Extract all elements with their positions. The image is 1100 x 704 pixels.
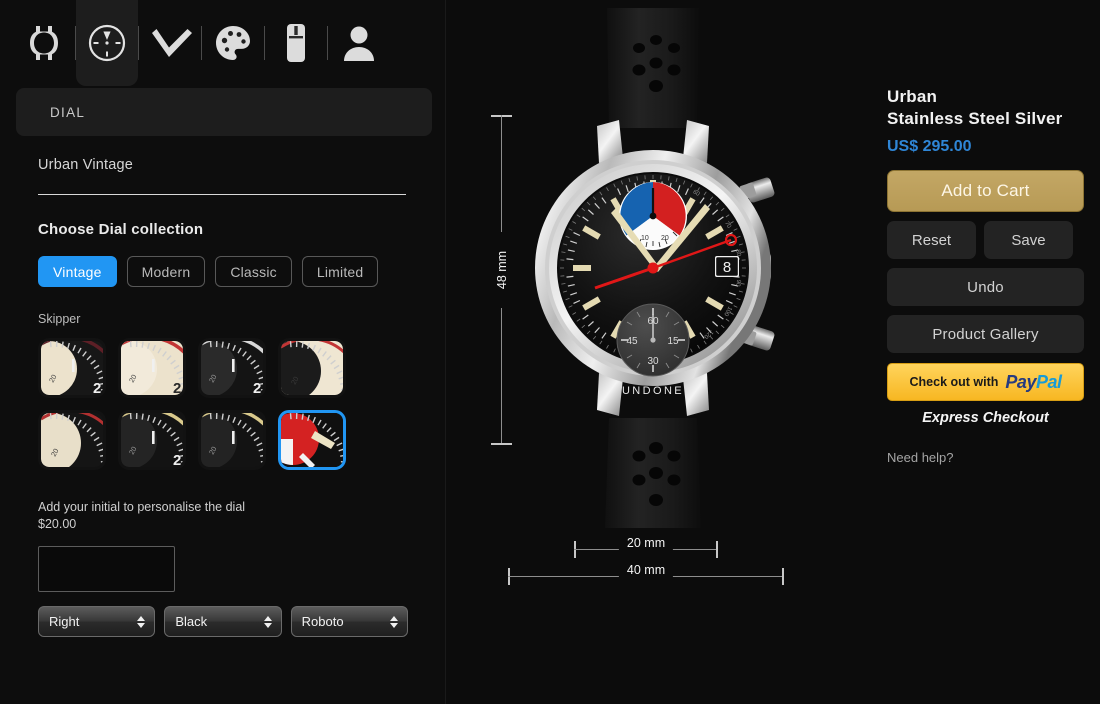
- collection-pill-limited[interactable]: Limited: [301, 256, 379, 287]
- select-font-value: Roboto: [301, 614, 344, 630]
- product-price: US$ 295.00: [887, 138, 972, 156]
- dimension-case-width: 40 mm: [508, 563, 784, 587]
- personalise-price: $20.00: [38, 517, 77, 532]
- dimension-height: 48 mm: [471, 115, 512, 445]
- model-name: Urban Vintage: [38, 157, 134, 173]
- paypal-logo: PayPal: [1005, 371, 1062, 393]
- dial-thumbnail-7[interactable]: 20: [198, 410, 266, 470]
- dial-thumbnail-image: 20 2: [121, 413, 183, 467]
- customizer-left-panel: DIAL Urban Vintage Choose Dial collectio…: [0, 0, 446, 704]
- collection-group-label: Choose Dial collection: [38, 221, 204, 238]
- select-position[interactable]: Right: [38, 606, 156, 638]
- dial-thumbnail-3[interactable]: 20 2: [198, 338, 266, 398]
- svg-text:8: 8: [723, 259, 731, 276]
- dial-thumbnail-image: [281, 413, 343, 467]
- paypal-pay-text: Pay: [1005, 371, 1036, 392]
- reset-save-row: Reset Save: [887, 221, 1073, 260]
- palette-icon: [214, 24, 252, 62]
- section-title: DIAL: [50, 104, 86, 120]
- dial-thumbnail-image: 20 2: [121, 341, 183, 395]
- product-gallery-button[interactable]: Product Gallery: [887, 315, 1084, 354]
- strap-icon: [284, 22, 308, 64]
- model-name-underline: [38, 194, 406, 195]
- dial-thumbnail-image: 20: [281, 341, 343, 395]
- paypal-checkout-button[interactable]: Check out with PayPal: [887, 363, 1084, 402]
- select-color[interactable]: Black: [164, 606, 282, 638]
- dimension-lug-width: 20 mm: [574, 536, 718, 560]
- product-title-line1: Urban: [887, 87, 938, 106]
- select-font[interactable]: Roboto: [290, 606, 408, 638]
- svg-text:2: 2: [93, 380, 101, 395]
- dial-thumbnail-image: 20: [41, 413, 103, 467]
- personalise-select-row: Right Black Roboto: [38, 606, 408, 638]
- need-help-link[interactable]: Need help?: [887, 450, 1073, 465]
- paypal-prefix-label: Check out with: [909, 375, 999, 390]
- svg-text:15: 15: [667, 336, 679, 347]
- dimension-height-label: 48 mm: [493, 232, 511, 308]
- dial-thumbnail-2[interactable]: 20 2: [118, 338, 186, 398]
- initial-input[interactable]: [38, 546, 175, 593]
- toolbar-item-personalise[interactable]: [328, 0, 390, 86]
- dial-thumbnail-5[interactable]: 20: [38, 410, 106, 470]
- toolbar-item-strap[interactable]: [265, 0, 327, 86]
- svg-text:30: 30: [647, 356, 659, 367]
- save-button[interactable]: Save: [984, 221, 1073, 260]
- dial-thumbnail-image: 20: [201, 413, 263, 467]
- personalise-label: Add your initial to personalise the dial: [38, 500, 246, 514]
- dial-options-body: Urban Vintage Choose Dial collection Vin…: [0, 140, 446, 704]
- collection-pill-vintage[interactable]: Vintage: [38, 256, 117, 287]
- add-to-cart-button[interactable]: Add to Cart: [887, 170, 1084, 213]
- watch-preview-viewer[interactable]: 48 mm 20 mm 40 mm 60 70 80 90 100 120 10…: [446, 0, 860, 704]
- dial-thumbnail-1[interactable]: 20 2: [38, 338, 106, 398]
- chevron-updown-icon: [389, 615, 398, 628]
- select-color-value: Black: [175, 614, 208, 630]
- product-info-panel: Urban Stainless Steel Silver US$ 295.00 …: [860, 0, 1100, 704]
- collection-pill-group: Vintage Modern Classic Limited: [38, 256, 408, 287]
- dial-icon: [86, 22, 128, 64]
- svg-text:2: 2: [173, 380, 181, 395]
- category-toolbar: [0, 0, 446, 86]
- dial-thumbnail-image: 20 2: [41, 341, 103, 395]
- toolbar-item-case[interactable]: [13, 0, 75, 86]
- dial-thumbnail-4[interactable]: 20: [278, 338, 346, 398]
- undo-button[interactable]: Undo: [887, 268, 1084, 307]
- watch-customizer-app: DIAL Urban Vintage Choose Dial collectio…: [0, 0, 1100, 704]
- svg-text:10: 10: [641, 235, 649, 242]
- dial-thumbnail-image: 20 2: [201, 341, 263, 395]
- collection-pill-classic[interactable]: Classic: [215, 256, 292, 287]
- svg-text:20: 20: [661, 235, 669, 242]
- collection-pill-modern[interactable]: Modern: [126, 256, 206, 287]
- toolbar-item-dial[interactable]: [76, 0, 138, 86]
- dial-thumbnail-8[interactable]: [278, 410, 346, 470]
- hands-icon: [148, 26, 192, 60]
- person-icon: [341, 24, 377, 62]
- dial-thumbnail-6[interactable]: 20 2: [118, 410, 186, 470]
- product-title: Urban Stainless Steel Silver: [887, 86, 1073, 130]
- svg-text:2: 2: [173, 452, 181, 467]
- svg-text:2: 2: [253, 380, 261, 395]
- paypal-pal-text: Pal: [1035, 371, 1062, 392]
- thumbnail-group-label: Skipper: [38, 312, 81, 326]
- toolbar-item-hands[interactable]: [139, 0, 201, 86]
- chevron-updown-icon: [263, 615, 272, 628]
- case-icon: [23, 23, 65, 63]
- svg-text:UNDONE: UNDONE: [622, 385, 684, 397]
- dimension-lug-width-label: 20 mm: [618, 536, 674, 550]
- toolbar-item-colors[interactable]: [202, 0, 264, 86]
- reset-button[interactable]: Reset: [887, 221, 976, 260]
- watch-render[interactable]: 60708090100120150200300: [519, 8, 787, 528]
- product-title-line2: Stainless Steel Silver: [887, 109, 1063, 129]
- select-position-value: Right: [49, 614, 80, 630]
- svg-text:45: 45: [626, 336, 638, 347]
- dial-thumbnail-grid: 20 2 20 2 20 2 20 20 20 2 20: [38, 338, 410, 470]
- express-checkout-label: Express Checkout: [922, 410, 1049, 427]
- section-header: DIAL: [16, 88, 432, 136]
- dimension-case-width-label: 40 mm: [618, 563, 674, 577]
- chevron-updown-icon: [137, 615, 146, 628]
